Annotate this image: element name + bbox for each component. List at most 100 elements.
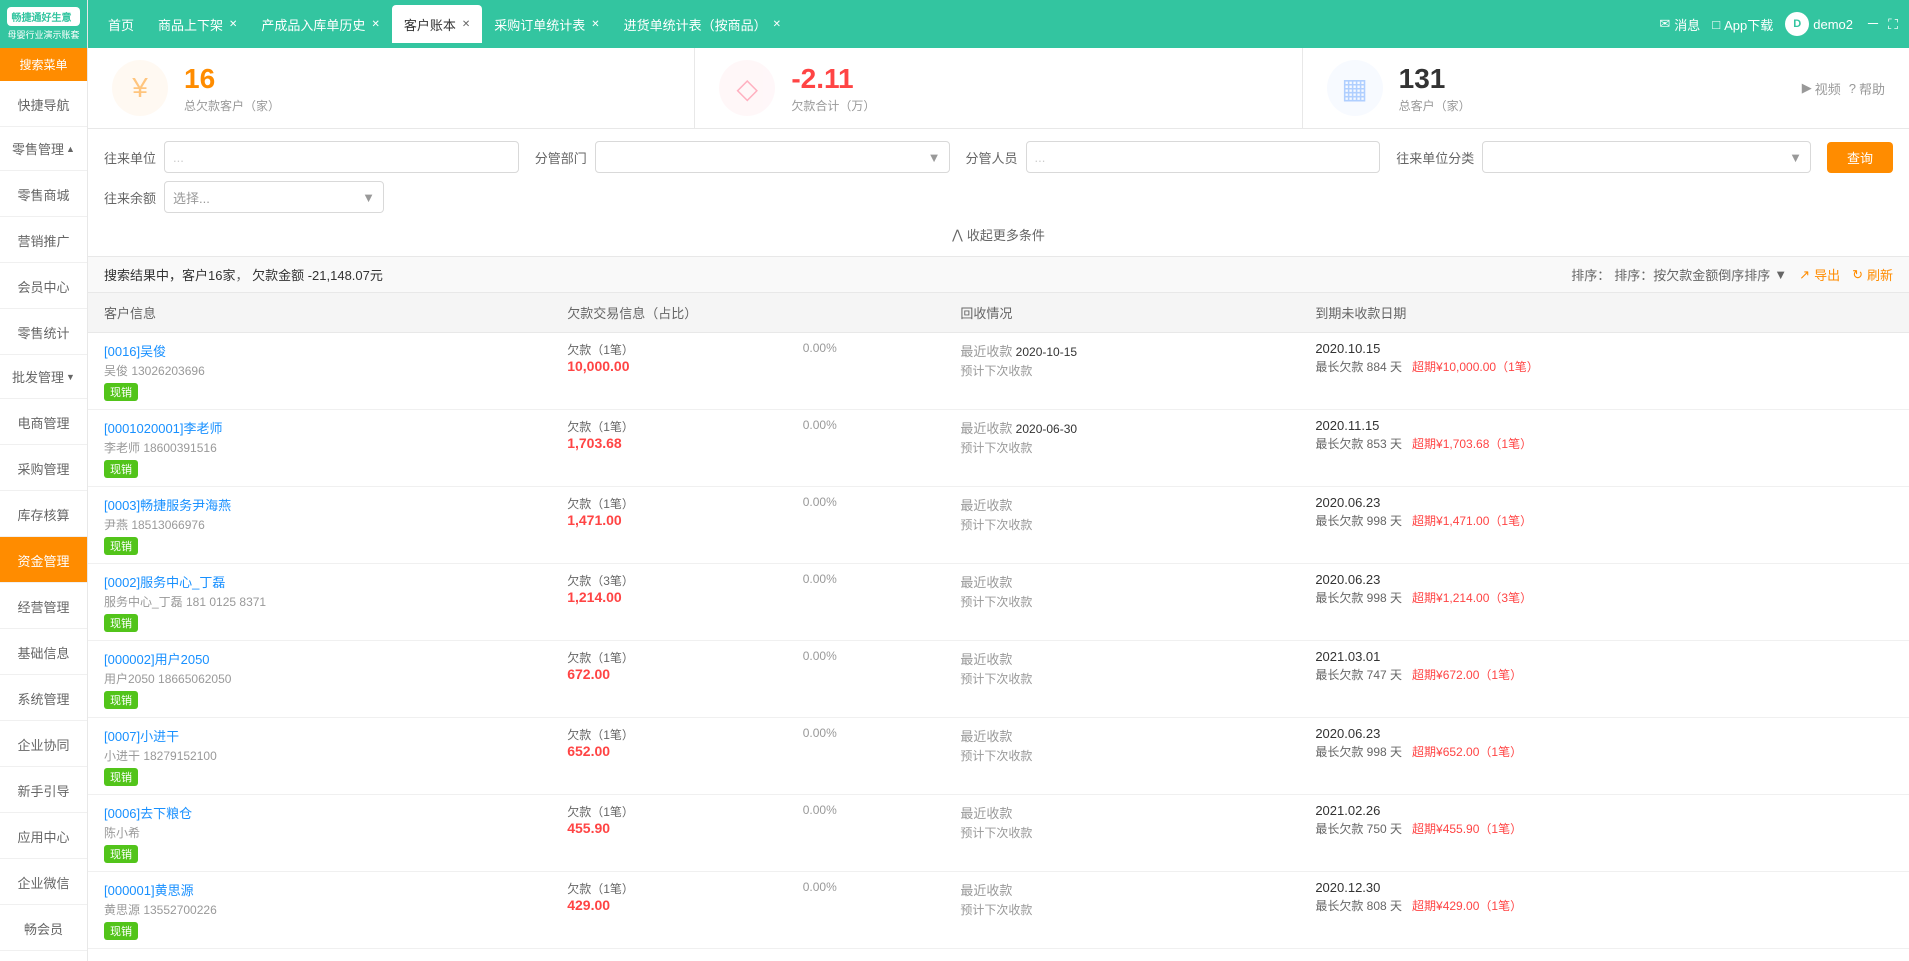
filter-select-dept[interactable]: ▼: [595, 141, 950, 173]
sidebar-item-finance[interactable]: 资金管理: [0, 537, 87, 583]
overdue-link[interactable]: 超期¥1,214.00（3笔）: [1412, 591, 1532, 605]
sidebar-item-chang-member[interactable]: 畅会员: [0, 905, 87, 951]
sidebar-item-enterprise-wechat[interactable]: 企业微信: [0, 859, 87, 905]
stat-label-total-customers: 总客户（家）: [1399, 97, 1471, 114]
collapse-button[interactable]: ⋀ 收起更多条件: [104, 221, 1893, 248]
sidebar-item-app-center[interactable]: 应用中心: [0, 813, 87, 859]
tab-close-icon[interactable]: ✕: [229, 19, 237, 30]
refresh-button[interactable]: ↻ 刷新: [1852, 265, 1893, 284]
th-customer-info: 客户信息: [88, 293, 551, 333]
customer-name-link[interactable]: [0002]服务中心_丁磊: [104, 575, 225, 590]
sidebar-item-inventory[interactable]: 库存核算: [0, 491, 87, 537]
sort-select[interactable]: 排序： 排序：按欠款金额倒序排序 ▼: [1571, 265, 1787, 284]
overdue-link[interactable]: 超期¥455.90（1笔）: [1412, 822, 1522, 836]
help-btn[interactable]: ? 帮助: [1849, 79, 1885, 98]
results-bar: 搜索结果中，客户16家， 欠款金额 -21,148.07元 排序： 排序：按欠款…: [88, 257, 1909, 293]
sidebar-item-system[interactable]: 系统管理: [0, 675, 87, 721]
filter-select-balance[interactable]: 选择... ▼: [164, 181, 384, 213]
debt-count: 欠款（3笔）: [567, 572, 771, 589]
video-btn[interactable]: ▶ 视频: [1802, 79, 1841, 98]
customer-sub-info: 用户2050 18665062050: [104, 670, 535, 687]
overdue-days: 最长欠款 808 天 超期¥429.00（1笔）: [1315, 897, 1893, 914]
maximize-icon[interactable]: ⛶: [1885, 16, 1901, 32]
customer-name-link[interactable]: [0016]吴俊: [104, 344, 166, 359]
customer-name-link[interactable]: [000002]用户2050: [104, 652, 210, 667]
customer-info-cell: [0001020001]李老师 李老师 18600391516 现销: [88, 410, 551, 487]
overdue-cell: 2021.03.01 最长欠款 747 天 超期¥672.00（1笔）: [1299, 641, 1909, 718]
sidebar-item-quick-nav[interactable]: 快捷导航: [0, 81, 87, 127]
customer-badge: 现销: [104, 383, 138, 401]
customer-name-link[interactable]: [0007]小进干: [104, 729, 179, 744]
customer-name-link[interactable]: [0006]去下粮仓: [104, 806, 192, 821]
table-row: [0001020001]李老师 李老师 18600391516 现销 欠款（1笔…: [88, 410, 1909, 487]
customer-name-link[interactable]: [0001020001]李老师: [104, 421, 223, 436]
tab-product-history[interactable]: 产成品入库单历史✕: [249, 5, 391, 43]
filter-label-dept: 分管部门: [535, 148, 587, 167]
debt-info-cell: 欠款（1笔） 672.00: [551, 641, 787, 718]
user-avatar-btn[interactable]: D demo2: [1785, 12, 1853, 36]
sidebar-item-retail-stats[interactable]: 零售统计: [0, 309, 87, 355]
avatar: D: [1785, 12, 1809, 36]
sidebar-item-newbie-guide[interactable]: 新手引导: [0, 767, 87, 813]
table-area: 客户信息 欠款交易信息（占比） 回收情况 到期未收款日期 [0016]吴俊 吴俊…: [88, 293, 1909, 961]
tab-close-icon[interactable]: ✕: [462, 19, 470, 30]
recent-collect: 最近收款 2020-06-30: [960, 418, 1283, 437]
sidebar-item-operation[interactable]: 经营管理: [0, 583, 87, 629]
sidebar-item-purchase[interactable]: 采购管理: [0, 445, 87, 491]
message-btn[interactable]: ✉ 消息: [1659, 15, 1700, 34]
collection-cell: 最近收款 预计下次收款: [944, 564, 1299, 641]
overdue-link[interactable]: 超期¥429.00（1笔）: [1412, 899, 1522, 913]
sidebar-item-member-center[interactable]: 会员中心: [0, 263, 87, 309]
overdue-link[interactable]: 超期¥652.00（1笔）: [1412, 745, 1522, 759]
filter-label-category: 往来单位分类: [1396, 148, 1474, 167]
overdue-link[interactable]: 超期¥1,471.00（1笔）: [1412, 514, 1532, 528]
next-collect: 预计下次收款: [960, 670, 1283, 687]
sort-chevron-icon: ▼: [1774, 267, 1787, 282]
debt-percent: 0.00%: [803, 341, 929, 355]
sidebar-item-ecommerce[interactable]: 电商管理: [0, 399, 87, 445]
debt-percent: 0.00%: [803, 803, 929, 817]
tab-close-icon[interactable]: ✕: [371, 19, 379, 30]
sidebar-item-enterprise-collab[interactable]: 企业协同: [0, 721, 87, 767]
tab-close-icon[interactable]: ✕: [591, 19, 599, 30]
tab-purchase-stats[interactable]: 采购订单统计表✕: [482, 5, 611, 43]
sidebar-item-retail-mall[interactable]: 零售商城: [0, 171, 87, 217]
tab-close-icon[interactable]: ✕: [773, 19, 781, 30]
overdue-link[interactable]: 超期¥1,703.68（1笔）: [1412, 437, 1532, 451]
search-menu[interactable]: 搜索菜单: [0, 48, 87, 81]
debt-percent-cell: 0.00%: [787, 718, 945, 795]
app-download-btn[interactable]: □ App下载: [1712, 15, 1773, 34]
filter-select-category[interactable]: ▼: [1482, 141, 1811, 173]
export-button[interactable]: ↗ 导出: [1799, 265, 1840, 284]
sidebar: 畅捷通好生意 母婴行业演示账套 搜索菜单 快捷导航 零售管理▲ 零售商城 营销推…: [0, 0, 88, 961]
sidebar-item-basic-info[interactable]: 基础信息: [0, 629, 87, 675]
overdue-date: 2020.06.23: [1315, 572, 1893, 587]
filter-label-vendor: 往来单位: [104, 148, 156, 167]
search-button[interactable]: 查询: [1827, 142, 1893, 173]
stat-value-total-customers: 131: [1399, 63, 1471, 95]
overdue-link[interactable]: 超期¥10,000.00（1笔）: [1412, 360, 1539, 374]
filter-area: 往来单位 ... 分管部门 ▼ 分管人员 ...: [88, 129, 1909, 257]
customer-name-link[interactable]: [0003]畅捷服务尹海燕: [104, 498, 231, 513]
recent-collect: 最近收款: [960, 649, 1283, 668]
sidebar-item-retail-mgmt[interactable]: 零售管理▲: [0, 127, 87, 171]
minimize-icon[interactable]: －: [1865, 16, 1881, 32]
filter-input-vendor[interactable]: ...: [164, 141, 519, 173]
overdue-date: 2020.06.23: [1315, 495, 1893, 510]
customer-name-link[interactable]: [000001]黄思源: [104, 883, 194, 898]
stat-info-debt-total: -2.11 欠款合计（万）: [791, 63, 875, 114]
debt-percent-cell: 0.00%: [787, 410, 945, 487]
sidebar-nav: 快捷导航 零售管理▲ 零售商城 营销推广 会员中心 零售统计 批发管理▼ 电商管…: [0, 81, 87, 961]
overdue-link[interactable]: 超期¥672.00（1笔）: [1412, 668, 1522, 682]
sidebar-item-marketing[interactable]: 营销推广: [0, 217, 87, 263]
sidebar-item-wholesale-mgmt[interactable]: 批发管理▼: [0, 355, 87, 399]
customer-badge: 现销: [104, 460, 138, 478]
customer-info-cell: [0006]去下粮仓 陈小希 现销: [88, 795, 551, 872]
tab-home[interactable]: 首页: [96, 5, 146, 43]
tab-customer-ledger[interactable]: 客户账本✕: [392, 5, 482, 43]
debt-amount: 1,471.00: [567, 512, 771, 528]
debt-amount: 672.00: [567, 666, 771, 682]
tab-product-shelf[interactable]: 商品上下架✕: [146, 5, 249, 43]
tab-inbound-stats[interactable]: 进货单统计表（按商品）✕: [612, 5, 793, 43]
filter-input-person[interactable]: ...: [1026, 141, 1381, 173]
